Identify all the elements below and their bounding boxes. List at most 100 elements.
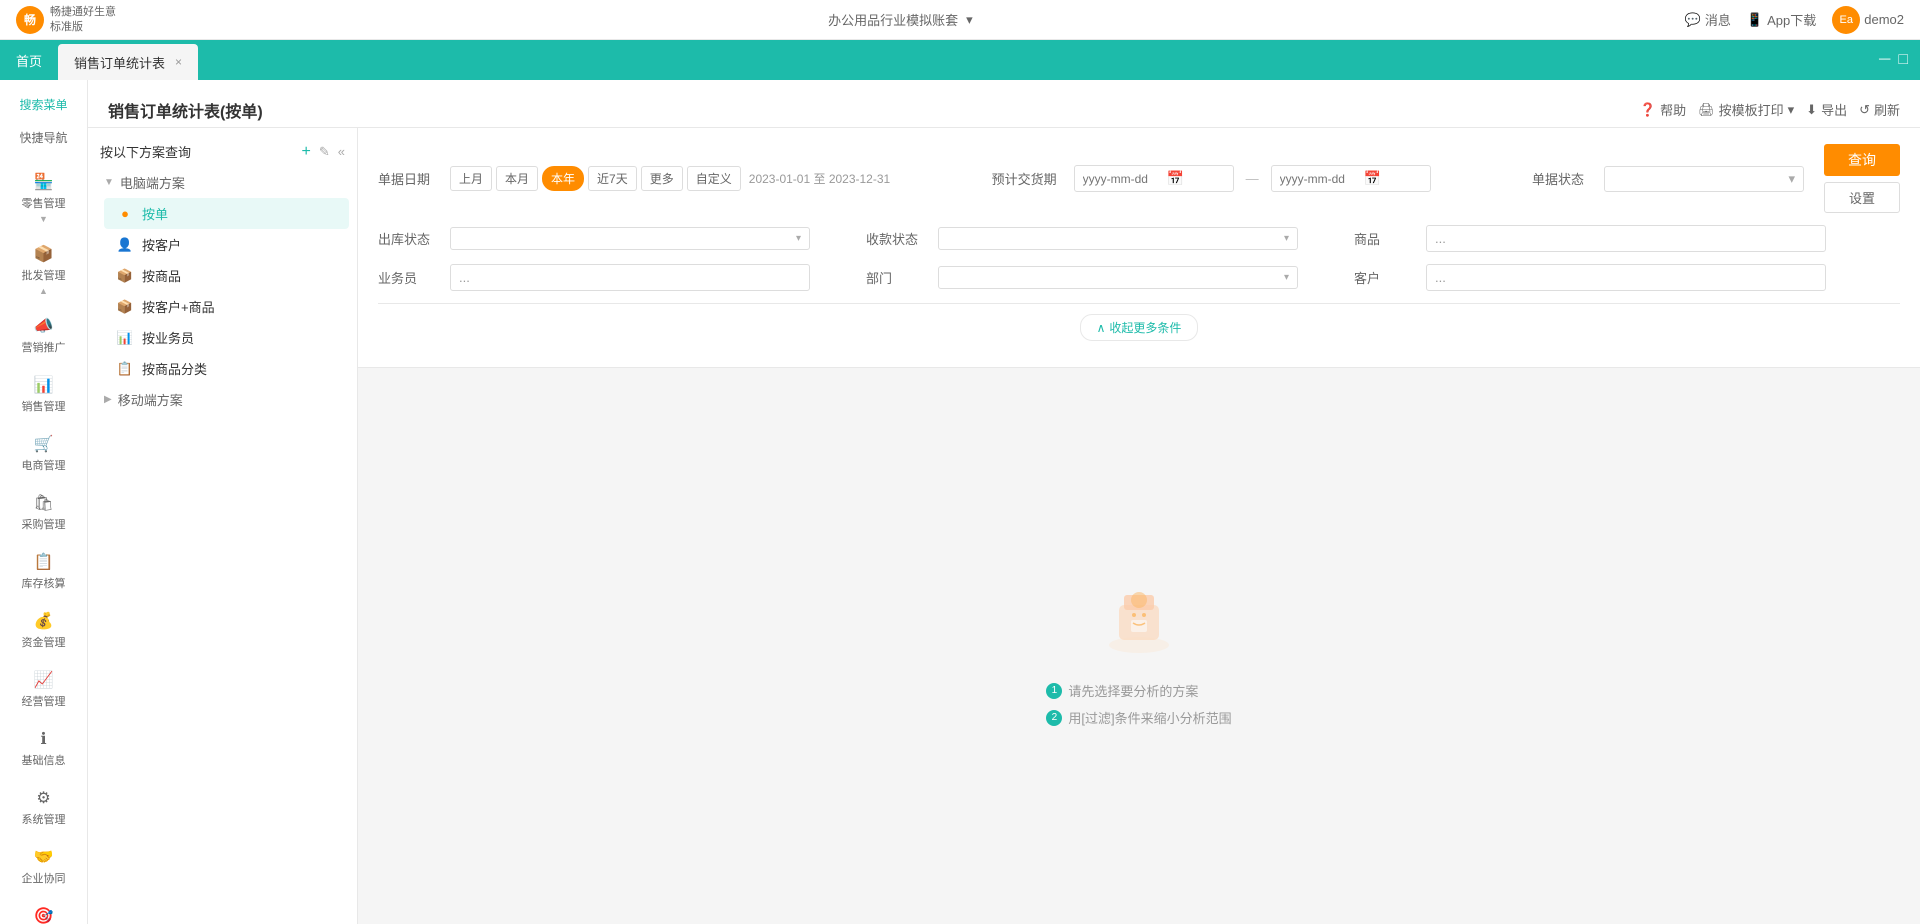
collapse-bar-inner[interactable]: ∧ 收起更多条件 bbox=[1080, 314, 1199, 341]
help-button[interactable]: ❓ 帮助 bbox=[1640, 100, 1686, 119]
tab-maximize-button[interactable]: □ bbox=[1898, 51, 1908, 69]
top-bar-left: 畅 畅捷通好生意 标准版 bbox=[16, 5, 116, 34]
by-category-icon: 📋 bbox=[116, 360, 134, 378]
page-header: 销售订单统计表(按单) ❓ 帮助 🖨 按模板打印 ▾ ⬇ 导出 ↺ 刷新 bbox=[88, 80, 1920, 128]
shipment-arrow-icon: ▾ bbox=[796, 233, 801, 244]
scheme-item-by-customer[interactable]: 👤 按客户 bbox=[104, 229, 349, 260]
salesperson-input[interactable]: ... bbox=[450, 264, 810, 291]
refresh-button[interactable]: ↺ 刷新 bbox=[1859, 100, 1900, 119]
department-arrow-icon: ▾ bbox=[1284, 272, 1289, 283]
tab-bar: 首页 销售订单统计表 × ─ □ bbox=[0, 40, 1920, 80]
customer-ellipsis[interactable]: ... bbox=[1435, 270, 1446, 285]
empty-illustration bbox=[1089, 565, 1189, 665]
message-icon: 💬 bbox=[1685, 12, 1701, 28]
sidebar-item-wholesale[interactable]: 📦 批发管理 ▲ bbox=[0, 234, 87, 306]
tab-home[interactable]: 首页 bbox=[0, 40, 58, 80]
logo-icon: 畅 bbox=[16, 6, 44, 34]
company-selector[interactable]: 办公用品行业模拟账套 ▾ bbox=[828, 10, 973, 29]
tab-close-icon[interactable]: × bbox=[175, 55, 182, 69]
scheme-group-pc-title[interactable]: ▼ 电脑端方案 bbox=[96, 167, 349, 198]
sidebar-item-ecommerce[interactable]: 🛒 电商管理 bbox=[0, 424, 87, 483]
sidebar: 搜索菜单 快捷导航 🏪 零售管理 ▼ 📦 批发管理 ▲ 📣 营销推广 📊 销售管… bbox=[0, 80, 88, 924]
custom-date-button[interactable]: 自定义 bbox=[687, 166, 741, 191]
newbie-icon: 🎯 bbox=[34, 906, 54, 924]
sidebar-item-retail[interactable]: 🏪 零售管理 ▼ bbox=[0, 162, 87, 234]
sidebar-search-menu[interactable]: 搜索菜单 bbox=[0, 88, 87, 121]
scheme-edit-icon[interactable]: ✎ bbox=[319, 144, 330, 160]
collapse-bar[interactable]: ∧ 收起更多条件 bbox=[378, 303, 1900, 351]
export-icon: ⬇ bbox=[1806, 102, 1817, 118]
sidebar-item-inventory[interactable]: 📋 库存核算 bbox=[0, 542, 87, 601]
shipment-select[interactable]: ▾ bbox=[450, 227, 810, 250]
scheme-group-mobile-arrow: ▶ bbox=[104, 394, 112, 405]
tab-minimize-button[interactable]: ─ bbox=[1879, 51, 1890, 69]
top-bar: 畅 畅捷通好生意 标准版 办公用品行业模拟账套 ▾ 💬 消息 📱 App下载 E… bbox=[0, 0, 1920, 40]
this-year-button[interactable]: 本年 bbox=[542, 166, 584, 191]
tip-text-1: 请先选择要分析的方案 bbox=[1068, 681, 1198, 700]
last-month-button[interactable]: 上月 bbox=[450, 166, 492, 191]
company-dropdown-icon: ▾ bbox=[966, 12, 973, 28]
scheme-collapse-icon[interactable]: « bbox=[338, 144, 345, 159]
scheme-group-mobile-title[interactable]: ▶ 移动端方案 bbox=[96, 384, 349, 415]
sidebar-item-operations[interactable]: 📈 经营管理 bbox=[0, 660, 87, 719]
customer-input[interactable]: ... bbox=[1426, 264, 1826, 291]
by-order-icon: ● bbox=[116, 205, 134, 223]
department-select[interactable]: ▾ bbox=[938, 266, 1298, 289]
sidebar-item-newbie[interactable]: 🎯 新手引导 bbox=[0, 896, 87, 924]
sidebar-item-finance[interactable]: 💰 资金管理 bbox=[0, 601, 87, 660]
main-layout: 搜索菜单 快捷导航 🏪 零售管理 ▼ 📦 批发管理 ▲ 📣 营销推广 📊 销售管… bbox=[0, 80, 1920, 924]
scheme-panel: 按以下方案查询 + ✎ « ▼ 电脑端方案 ● 按单 bbox=[88, 128, 358, 924]
status-select[interactable]: ▾ bbox=[1604, 166, 1804, 192]
scheme-item-by-customer-product[interactable]: 📦 按客户+商品 bbox=[104, 291, 349, 322]
scheme-add-icon[interactable]: + bbox=[302, 143, 311, 161]
ecommerce-icon: 🛒 bbox=[34, 434, 54, 454]
sidebar-item-marketing[interactable]: 📣 营销推广 bbox=[0, 306, 87, 365]
setting-button[interactable]: 设置 bbox=[1824, 182, 1900, 213]
scheme-item-by-salesperson[interactable]: 📊 按业务员 bbox=[104, 322, 349, 353]
expected-date-end-input[interactable] bbox=[1280, 172, 1360, 186]
product-ellipsis[interactable]: ... bbox=[1435, 231, 1446, 246]
filter-row-3: 业务员 ... 部门 ▾ 客户 ... bbox=[378, 264, 1900, 291]
message-button[interactable]: 💬 消息 bbox=[1685, 10, 1731, 29]
content-area: 销售订单统计表(按单) ❓ 帮助 🖨 按模板打印 ▾ ⬇ 导出 ↺ 刷新 bbox=[88, 80, 1920, 924]
expected-date-end[interactable]: 📅 bbox=[1271, 165, 1431, 192]
expected-date-start-input[interactable] bbox=[1083, 172, 1163, 186]
filter-panel: 单据日期 上月 本月 本年 近7天 更多 自定义 2023-01-01 至 20… bbox=[358, 128, 1920, 368]
sidebar-item-sales[interactable]: 📊 销售管理 bbox=[0, 365, 87, 424]
tab-sales-order-stats[interactable]: 销售订单统计表 × bbox=[58, 44, 198, 80]
calendar-icon-end: 📅 bbox=[1364, 170, 1381, 187]
by-customer-product-icon: 📦 bbox=[116, 298, 134, 316]
this-month-button[interactable]: 本月 bbox=[496, 166, 538, 191]
date-buttons: 上月 本月 本年 近7天 更多 自定义 2023-01-01 至 2023-12… bbox=[450, 166, 890, 191]
calendar-icon-start: 📅 bbox=[1167, 170, 1184, 187]
refresh-icon: ↺ bbox=[1859, 102, 1870, 118]
finance-icon: 💰 bbox=[34, 611, 54, 631]
system-icon: ⚙ bbox=[36, 788, 50, 808]
sidebar-item-purchase[interactable]: 🛍 采购管理 bbox=[0, 483, 87, 542]
last7days-button[interactable]: 近7天 bbox=[588, 166, 637, 191]
print-button[interactable]: 🖨 按模板打印 ▾ bbox=[1698, 100, 1794, 119]
export-button[interactable]: ⬇ 导出 bbox=[1806, 100, 1847, 119]
collapse-label: 收起更多条件 bbox=[1109, 319, 1181, 336]
sidebar-quick-nav[interactable]: 快捷导航 bbox=[0, 121, 87, 154]
scheme-item-by-order[interactable]: ● 按单 bbox=[104, 198, 349, 229]
sidebar-item-enterprise[interactable]: 🤝 企业协同 bbox=[0, 837, 87, 896]
empty-tip-1: 1 请先选择要分析的方案 bbox=[1046, 681, 1231, 700]
expected-date-start[interactable]: 📅 bbox=[1074, 165, 1234, 192]
sidebar-item-basic[interactable]: ℹ 基础信息 bbox=[0, 719, 87, 778]
empty-tips: 1 请先选择要分析的方案 2 用[过滤]条件来缩小分析范围 bbox=[1046, 681, 1231, 727]
product-input[interactable]: ... bbox=[1426, 225, 1826, 252]
scheme-item-by-product[interactable]: 📦 按商品 bbox=[104, 260, 349, 291]
app-download-button[interactable]: 📱 App下载 bbox=[1747, 10, 1816, 29]
scheme-group-pc-arrow: ▼ bbox=[104, 177, 114, 188]
salesperson-label: 业务员 bbox=[378, 268, 438, 287]
query-button[interactable]: 查询 bbox=[1824, 144, 1900, 176]
avatar: Ea bbox=[1832, 6, 1860, 34]
sidebar-item-system[interactable]: ⚙ 系统管理 bbox=[0, 778, 87, 837]
user-menu[interactable]: Ea demo2 bbox=[1832, 6, 1904, 34]
payment-select[interactable]: ▾ bbox=[938, 227, 1298, 250]
more-date-button[interactable]: 更多 bbox=[641, 166, 683, 191]
salesperson-ellipsis[interactable]: ... bbox=[459, 270, 470, 285]
top-bar-right: 💬 消息 📱 App下载 Ea demo2 bbox=[1685, 6, 1904, 34]
scheme-item-by-category[interactable]: 📋 按商品分类 bbox=[104, 353, 349, 384]
